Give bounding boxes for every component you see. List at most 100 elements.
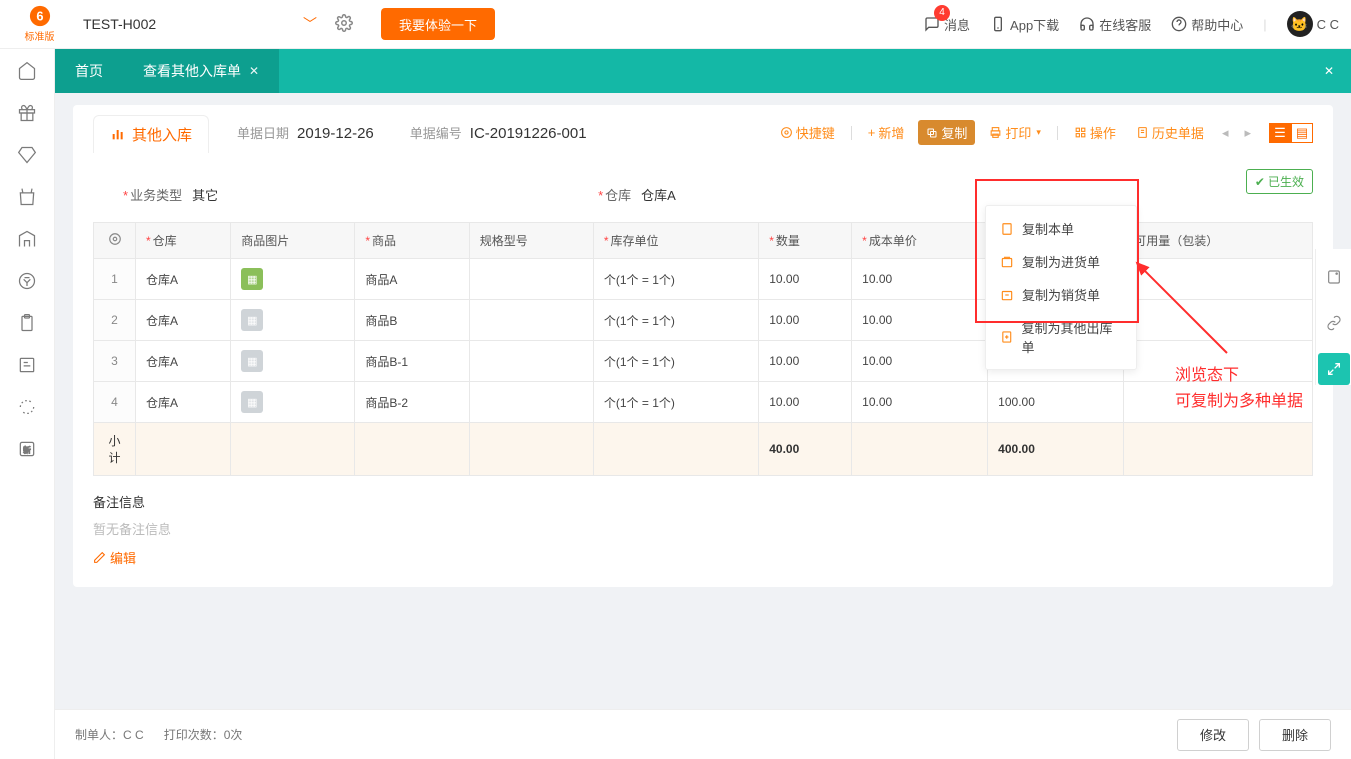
prev-arrow[interactable]: ◂: [1218, 125, 1233, 141]
bag-icon[interactable]: [17, 187, 37, 207]
edit-remarks-button[interactable]: 编辑: [93, 548, 1313, 567]
cell-available: [1124, 259, 1313, 300]
history-button[interactable]: 历史单据: [1130, 120, 1210, 145]
cell-qty: 10.00: [759, 300, 852, 341]
tab-home[interactable]: 首页: [55, 49, 123, 93]
document-meta: 单据日期2019-12-26 单据编号IC-20191226-001: [237, 123, 587, 142]
col-unit: *库存单位: [593, 223, 758, 259]
modify-button[interactable]: 修改: [1177, 719, 1249, 751]
document-card: 其他入库 单据日期2019-12-26 单据编号IC-20191226-001 …: [73, 105, 1333, 587]
delete-button[interactable]: 删除: [1259, 719, 1331, 751]
clipboard-icon[interactable]: [17, 313, 37, 333]
avatar-icon: 🐱: [1287, 11, 1313, 37]
copy-other-out-item[interactable]: 复制为其他出库单: [986, 311, 1136, 363]
diamond-icon[interactable]: [17, 145, 37, 165]
headset-icon: [1079, 16, 1095, 32]
cell-unit: 个(1个 = 1个): [593, 382, 758, 423]
doc-icon: [1136, 126, 1149, 139]
right-float-bar: [1315, 249, 1351, 385]
org-name: TEST-H002: [83, 16, 156, 32]
cell-unit: 个(1个 = 1个): [593, 300, 758, 341]
col-warehouse: *仓库: [136, 223, 231, 259]
refresh-icon[interactable]: [17, 397, 37, 417]
app-download-button[interactable]: App下载: [990, 15, 1059, 34]
next-arrow[interactable]: ▸: [1240, 125, 1255, 141]
product-thumb-icon: ▦: [241, 268, 263, 290]
col-available: 可用量（包装）: [1124, 223, 1313, 259]
copy-sales-item[interactable]: 复制为销货单: [986, 278, 1136, 311]
edition-label: 标准版: [25, 28, 55, 43]
messages-button[interactable]: 消息 4: [924, 15, 970, 34]
cell-product: 商品B-2: [355, 382, 469, 423]
table-row[interactable]: 4 仓库A ▦ 商品B-2 个(1个 = 1个) 10.00 10.00 100…: [94, 382, 1313, 423]
check-icon: ✔: [1255, 175, 1265, 189]
row-index: 4: [94, 382, 136, 423]
print-button[interactable]: 打印▾: [983, 120, 1047, 145]
status-badge: ✔已生效: [1246, 169, 1313, 194]
top-divider: |: [1263, 17, 1266, 32]
expand-icon[interactable]: [1318, 353, 1350, 385]
copy-purchase-item[interactable]: 复制为进货单: [986, 245, 1136, 278]
user-menu[interactable]: 🐱 C C: [1287, 11, 1339, 37]
copy-out-icon: [1000, 330, 1014, 344]
cell-spec: [469, 341, 593, 382]
edit-icon: [93, 551, 106, 564]
trial-button[interactable]: 我要体验一下: [381, 8, 495, 40]
user-name: C C: [1317, 17, 1339, 32]
remarks-empty: 暂无备注信息: [93, 519, 1313, 538]
link-icon[interactable]: [1318, 307, 1350, 339]
document-tab[interactable]: 其他入库: [93, 115, 209, 153]
gear-icon[interactable]: [335, 14, 353, 35]
online-service-button[interactable]: 在线客服: [1079, 15, 1151, 34]
cell-image: ▦: [231, 259, 355, 300]
cell-warehouse: 仓库A: [136, 300, 231, 341]
cell-spec: [469, 382, 593, 423]
home-icon[interactable]: [17, 61, 37, 81]
new-icon[interactable]: 新: [17, 439, 37, 459]
cell-image: ▦: [231, 341, 355, 382]
remarks-title: 备注信息: [93, 492, 1313, 511]
footer-bar: 制单人：C C 打印次数：0次 修改 删除: [55, 709, 1351, 759]
col-price: *成本单价: [852, 223, 988, 259]
col-gear[interactable]: [94, 223, 136, 259]
col-product: *商品: [355, 223, 469, 259]
add-button[interactable]: +新增: [862, 120, 911, 145]
cell-amount: 100.00: [988, 382, 1124, 423]
biz-type-field: *业务类型其它: [123, 185, 218, 204]
cell-product: 商品B: [355, 300, 469, 341]
cell-available: [1124, 300, 1313, 341]
view-toggle: ☰ ▤: [1269, 123, 1313, 143]
annotation-text: 浏览态下 可复制为多种单据: [1175, 363, 1303, 414]
row-index: 2: [94, 300, 136, 341]
cert-icon[interactable]: [17, 355, 37, 375]
shortcut-button[interactable]: 快捷键: [774, 120, 841, 145]
cell-price: 10.00: [852, 259, 988, 300]
phone-icon: [990, 16, 1006, 32]
operate-button[interactable]: 操作: [1068, 120, 1122, 145]
cell-product: 商品B-1: [355, 341, 469, 382]
cell-qty: 10.00: [759, 259, 852, 300]
plus-icon: +: [868, 125, 876, 140]
left-sidebar: 新: [0, 49, 55, 759]
copy-this-item[interactable]: 复制本单: [986, 212, 1136, 245]
tab-current[interactable]: 查看其他入库单 ✕: [123, 49, 279, 93]
org-selector[interactable]: TEST-H002 ﹀: [75, 8, 325, 40]
close-icon[interactable]: ✕: [249, 64, 259, 78]
tab-bar: 首页 查看其他入库单 ✕ ✕: [55, 49, 1351, 93]
cell-spec: [469, 259, 593, 300]
print-icon: [989, 126, 1002, 139]
page-content: 其他入库 单据日期2019-12-26 单据编号IC-20191226-001 …: [55, 93, 1351, 759]
gift-icon[interactable]: [17, 103, 37, 123]
copy-button[interactable]: 复制: [918, 120, 975, 145]
messages-badge: 4: [934, 5, 950, 21]
copy-sales-icon: [1000, 288, 1014, 302]
note-icon[interactable]: [1318, 261, 1350, 293]
money-icon[interactable]: [17, 271, 37, 291]
help-center-button[interactable]: 帮助中心: [1171, 15, 1243, 34]
close-all-tabs[interactable]: ✕: [1307, 49, 1351, 93]
product-thumb-icon: ▦: [241, 350, 263, 372]
card-view-toggle[interactable]: ▤: [1291, 123, 1313, 143]
warehouse-icon[interactable]: [17, 229, 37, 249]
warehouse-field: *仓库仓库A: [598, 185, 676, 204]
list-view-toggle[interactable]: ☰: [1269, 123, 1291, 143]
